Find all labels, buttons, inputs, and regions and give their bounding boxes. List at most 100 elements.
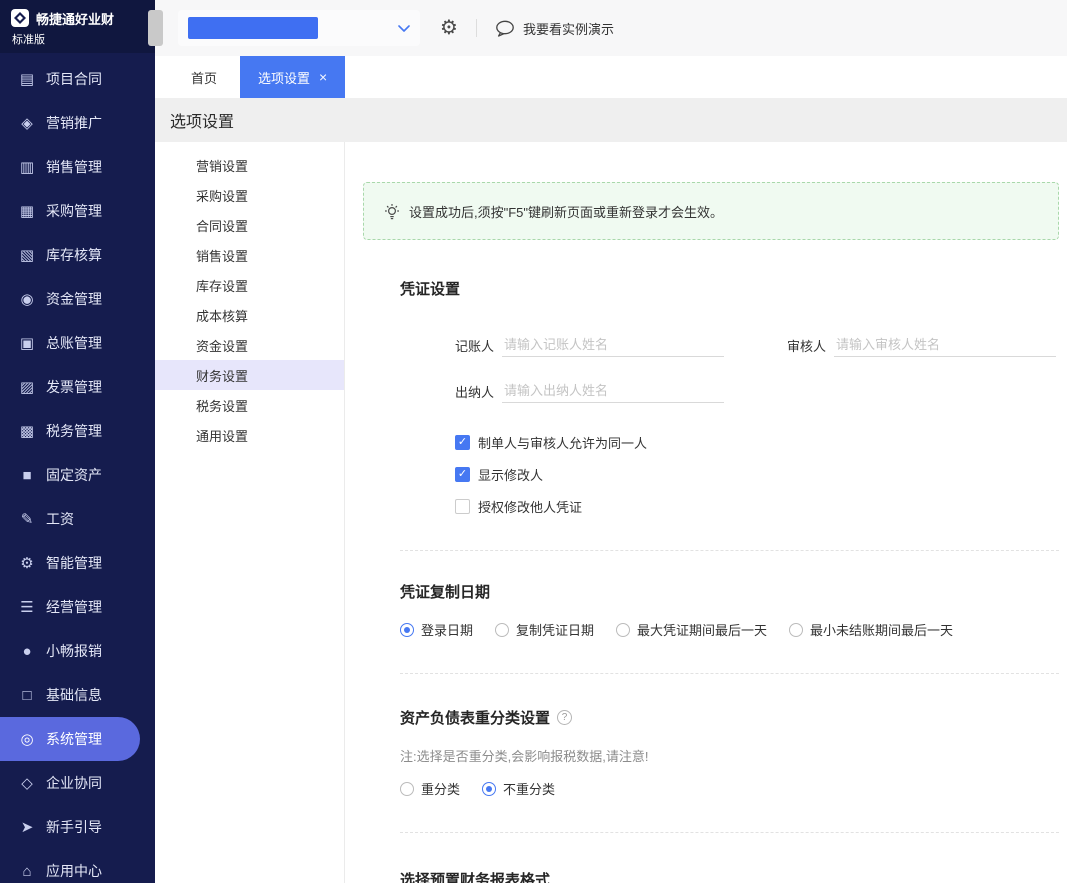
sidebar-item-sales[interactable]: ▥ 销售管理 bbox=[0, 145, 140, 189]
bookkeeper-field: 记账人 bbox=[455, 333, 725, 357]
org-selector[interactable] bbox=[178, 10, 420, 46]
close-icon[interactable]: × bbox=[319, 70, 327, 84]
menu-item-purchase-settings[interactable]: 采购设置 bbox=[155, 180, 344, 210]
demo-link-label: 我要看实例演示 bbox=[522, 21, 614, 37]
sidebar-item-expense[interactable]: ● 小畅报销 bbox=[0, 629, 140, 673]
sidebar-item-label: 发票管理 bbox=[46, 379, 102, 395]
bookkeeper-input[interactable] bbox=[502, 333, 725, 357]
menu-item-funds-settings[interactable]: 资金设置 bbox=[155, 330, 344, 360]
funds-icon: ◉ bbox=[20, 291, 34, 308]
radio-copy-voucher-date[interactable]: 复制凭证日期 bbox=[495, 620, 594, 639]
tab-label: 首页 bbox=[191, 70, 218, 86]
sidebar-item-fixed-assets[interactable]: ■ 固定资产 bbox=[0, 453, 140, 497]
sidebar-item-funds[interactable]: ◉ 资金管理 bbox=[0, 277, 140, 321]
checkbox-authorize-modify-others[interactable]: 授权修改他人凭证 bbox=[455, 497, 1059, 516]
menu-item-sales-settings[interactable]: 销售设置 bbox=[155, 240, 344, 270]
menu-item-marketing-settings[interactable]: 营销设置 bbox=[155, 150, 344, 180]
radio-reclassify[interactable]: 重分类 bbox=[400, 779, 460, 798]
checkbox-show-modifier[interactable]: ✓ 显示修改人 bbox=[455, 465, 1059, 484]
sidebar-item-label: 销售管理 bbox=[46, 159, 102, 175]
sidebar-item-purchase[interactable]: ▦ 采购管理 bbox=[0, 189, 140, 233]
fixed-assets-icon: ■ bbox=[22, 466, 32, 484]
settings-menu: 营销设置 采购设置 合同设置 销售设置 库存设置 成本核算 资金设置 财务设置 … bbox=[155, 142, 345, 883]
checkbox-unchecked-icon[interactable] bbox=[455, 499, 470, 514]
radio-no-reclassify[interactable]: 不重分类 bbox=[482, 779, 555, 798]
sidebar-item-general-ledger[interactable]: ▣ 总账管理 bbox=[0, 321, 140, 365]
checkbox-label: 制单人与审核人允许为同一人 bbox=[478, 436, 648, 451]
sidebar-item-system-mgmt[interactable]: ◎ 系统管理 bbox=[0, 717, 140, 761]
demo-link[interactable]: 我要看实例演示 bbox=[495, 19, 614, 38]
menu-item-cost-accounting[interactable]: 成本核算 bbox=[155, 300, 344, 330]
topbar-divider bbox=[475, 19, 477, 37]
radio-icon[interactable] bbox=[495, 622, 510, 637]
section-title-report-format: 选择预置财务报表格式 bbox=[400, 872, 551, 883]
tab-label: 选项设置 bbox=[258, 70, 311, 86]
section-title-voucher-copy-date: 凭证复制日期 bbox=[400, 584, 491, 601]
sidebar-item-payroll[interactable]: ✎ 工资 bbox=[0, 497, 140, 541]
operation-icon: ☰ bbox=[20, 599, 34, 616]
radio-icon[interactable] bbox=[400, 781, 414, 796]
brand-title: 畅捷通好业财 bbox=[36, 11, 115, 27]
org-name-redacted bbox=[188, 17, 318, 39]
sidebar-item-tax[interactable]: ▩ 税务管理 bbox=[0, 409, 140, 453]
sidebar-item-label: 基础信息 bbox=[46, 687, 102, 703]
sidebar-item-smart-mgmt[interactable]: ⚙ 智能管理 bbox=[0, 541, 140, 585]
section-divider bbox=[400, 550, 1059, 551]
cashier-input[interactable] bbox=[502, 379, 725, 403]
help-icon[interactable]: ? bbox=[557, 710, 573, 725]
basic-info-icon: □ bbox=[22, 686, 32, 704]
checkbox-same-person-allowed[interactable]: ✓ 制单人与审核人允许为同一人 bbox=[455, 433, 1059, 452]
auditor-input[interactable] bbox=[834, 333, 1057, 357]
sidebar-item-operation[interactable]: ☰ 经营管理 bbox=[0, 585, 140, 629]
checkbox-checked-icon[interactable]: ✓ bbox=[455, 467, 470, 482]
menu-item-finance-settings[interactable]: 财务设置 bbox=[155, 360, 344, 390]
sidebar-item-label: 项目合同 bbox=[46, 71, 102, 87]
menu-item-tax-settings[interactable]: 税务设置 bbox=[155, 390, 344, 420]
sidebar-item-newbie-guide[interactable]: ➤ 新手引导 bbox=[0, 805, 140, 849]
radio-icon[interactable] bbox=[616, 622, 631, 637]
tip-bulb-icon bbox=[385, 203, 399, 219]
section-title-balance-reclass: 资产负债表重分类设置 ? bbox=[400, 707, 1059, 728]
sidebar-item-inventory[interactable]: ▧ 库存核算 bbox=[0, 233, 140, 277]
sidebar-item-enterprise-collab[interactable]: ◇ 企业协同 bbox=[0, 761, 140, 805]
speech-bubble-icon bbox=[496, 20, 514, 37]
auditor-label: 审核人 bbox=[787, 338, 827, 354]
sidebar-item-label: 智能管理 bbox=[46, 555, 102, 571]
sidebar-item-label: 税务管理 bbox=[46, 423, 102, 439]
radio-selected-icon[interactable] bbox=[400, 622, 414, 637]
app-window: 畅捷通好业财 标准版 ▤ 项目合同 ◈ 营销推广 ▥ 销售管理 ▦ 采购管理 ▧ 库存核算… bbox=[0, 0, 1067, 883]
cashier-field: 出纳人 bbox=[455, 379, 725, 403]
tab-home[interactable]: 首页 bbox=[168, 56, 240, 98]
sidebar-item-label: 营销推广 bbox=[46, 115, 102, 131]
tab-options-settings[interactable]: 选项设置 × bbox=[240, 56, 346, 98]
enterprise-collab-icon: ◇ bbox=[21, 775, 33, 792]
sidebar-item-marketing[interactable]: ◈ 营销推广 bbox=[0, 101, 140, 145]
radio-login-date[interactable]: 登录日期 bbox=[400, 620, 473, 639]
radio-max-period-last-day[interactable]: 最大凭证期间最后一天 bbox=[616, 620, 767, 639]
brand-edition: 标准版 bbox=[12, 34, 45, 46]
app-logo: 畅捷通好业财 标准版 bbox=[0, 0, 155, 53]
radio-icon[interactable] bbox=[789, 622, 804, 637]
sidebar-item-project-contract[interactable]: ▤ 项目合同 bbox=[0, 57, 140, 101]
radio-min-unclosed-period-last-day[interactable]: 最小未结账期间最后一天 bbox=[789, 620, 953, 639]
project-contract-icon: ▤ bbox=[19, 71, 35, 88]
menu-item-contract-settings[interactable]: 合同设置 bbox=[155, 210, 344, 240]
topbar: ⚙ 我要看实例演示 bbox=[148, 0, 1067, 56]
section-divider bbox=[400, 832, 1059, 833]
menu-item-inventory-settings[interactable]: 库存设置 bbox=[155, 270, 344, 300]
sidebar-item-basic-info[interactable]: □ 基础信息 bbox=[0, 673, 140, 717]
redacted-block bbox=[148, 10, 163, 46]
sidebar-item-label: 小畅报销 bbox=[46, 643, 102, 659]
cashier-label: 出纳人 bbox=[455, 384, 495, 400]
gear-icon[interactable]: ⚙ bbox=[440, 18, 458, 38]
sidebar-item-label: 总账管理 bbox=[46, 335, 102, 351]
checkbox-checked-icon[interactable]: ✓ bbox=[455, 435, 470, 450]
sidebar-item-invoice[interactable]: ▨ 发票管理 bbox=[0, 365, 140, 409]
sidebar-item-app-center[interactable]: ⌂ 应用中心 bbox=[0, 849, 140, 883]
system-mgmt-icon: ◎ bbox=[20, 731, 34, 748]
sales-icon: ▥ bbox=[19, 159, 35, 176]
menu-item-general-settings[interactable]: 通用设置 bbox=[155, 420, 344, 450]
sidebar-item-label: 固定资产 bbox=[46, 467, 102, 483]
radio-selected-icon[interactable] bbox=[482, 781, 497, 796]
sidebar-item-label: 工资 bbox=[46, 511, 74, 527]
